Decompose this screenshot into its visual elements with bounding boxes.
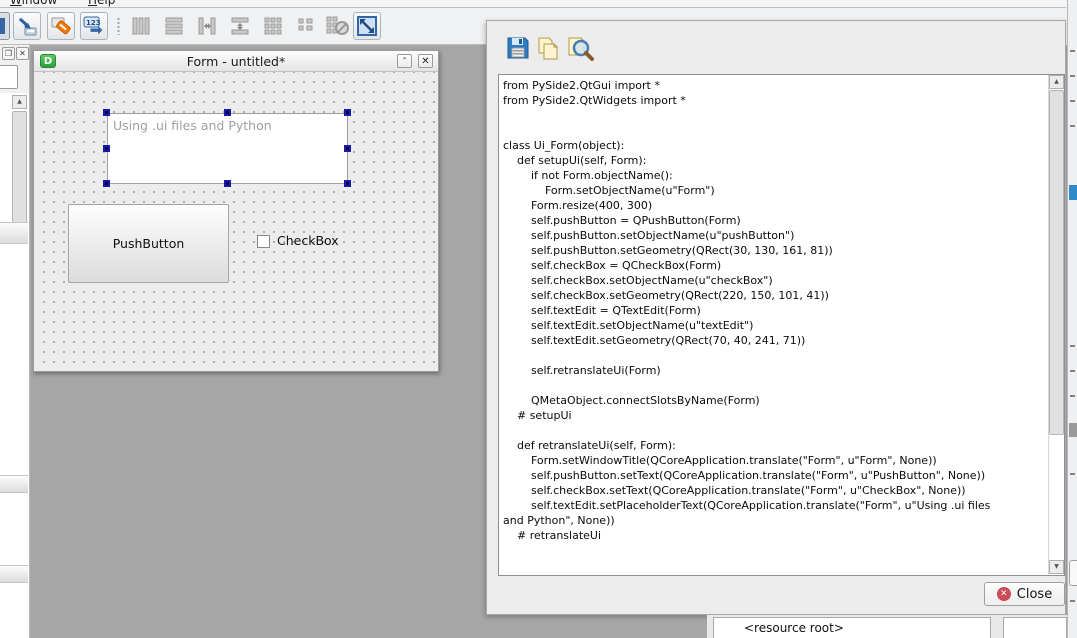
toolbar-separator [117, 17, 120, 35]
tool-bar: 123 [0, 8, 486, 45]
copy-icon[interactable] [535, 36, 561, 62]
selection-handle-sw[interactable] [103, 180, 110, 187]
checkbox-label: CheckBox [277, 233, 339, 248]
edit-tab-order-button[interactable]: 123 [80, 12, 108, 40]
menu-help[interactable]: Help [88, 0, 115, 7]
widget-category-row[interactable] [0, 475, 28, 493]
find-icon[interactable] [565, 36, 595, 62]
svg-text:123: 123 [86, 19, 101, 27]
menu-window[interactable]: Window [10, 0, 57, 7]
form-editor-window: D Form - untitled* - ✕ Using .ui files a… [33, 50, 439, 372]
generated-code-text[interactable]: from PySide2.QtGui import * from PySide2… [503, 78, 1050, 572]
lay-out-in-grid-icon [262, 15, 284, 37]
code-preview-dialog: from PySide2.QtGui import * from PySide2… [486, 20, 1066, 615]
selection-handle-s[interactable] [224, 180, 231, 187]
widget-category-row[interactable] [0, 565, 28, 583]
tree-branch-mark [1070, 370, 1075, 372]
lay-out-horizontally-in-splitter-icon [196, 15, 218, 37]
form-window-titlebar[interactable]: D Form - untitled* - ✕ [34, 51, 438, 72]
float-icon: ❐ [5, 49, 12, 58]
form-window-title: Form - untitled* [34, 54, 438, 69]
edit-widgets-icon [0, 15, 7, 37]
tree-branch-mark [1070, 75, 1075, 77]
checkbox-indicator[interactable] [257, 235, 270, 248]
minimize-icon: - [403, 53, 407, 64]
widget-box-list[interactable]: ▲ [0, 93, 29, 638]
adjust-size-button[interactable] [353, 12, 381, 40]
arrow-up-icon: ▲ [17, 98, 22, 105]
close-dialog-button[interactable]: ✕ Close [984, 582, 1065, 606]
tree-branch-mark [1070, 395, 1075, 397]
edit-buddies-icon [49, 14, 73, 38]
scroll-up-button[interactable]: ▲ [1049, 75, 1064, 89]
scroll-down-button[interactable]: ▼ [1049, 560, 1064, 574]
pushbutton-widget[interactable]: PushButton [68, 204, 229, 283]
arrow-down-icon: ▼ [1054, 563, 1059, 570]
close-button-label: Close [1017, 587, 1052, 602]
tree-branch-mark [1070, 100, 1075, 102]
close-circle-icon: ✕ [997, 587, 1011, 601]
selection-handle-w[interactable] [103, 145, 110, 152]
layout-splitter-horizontal-button [193, 12, 221, 40]
tree-branch-mark [1070, 600, 1075, 602]
tree-branch-mark [1070, 125, 1075, 127]
scrollbar-thumb[interactable] [12, 111, 27, 231]
button-edge[interactable] [1069, 560, 1077, 586]
close-window-button[interactable]: ✕ [418, 54, 433, 68]
property-editor-sliver [1067, 0, 1077, 638]
scrollbar-thumb[interactable] [1049, 90, 1064, 435]
selection-handle-ne[interactable] [344, 109, 351, 116]
layout-grid-button [259, 12, 287, 40]
adjust-size-icon [356, 15, 378, 37]
close-icon: ✕ [421, 56, 429, 67]
dock-close-button[interactable]: ✕ [16, 47, 29, 60]
selection-handle-nw[interactable] [103, 109, 110, 116]
lay-out-horizontally-icon [130, 15, 152, 37]
lay-out-vertically-icon [163, 15, 185, 37]
dock-float-button[interactable]: ❐ [2, 47, 15, 60]
widget-box-dock: ❐ ✕ ▲ [0, 45, 30, 638]
selection-handle-n[interactable] [224, 109, 231, 116]
layout-form-button [292, 12, 320, 40]
save-icon[interactable] [506, 36, 530, 60]
lay-out-vertically-in-splitter-icon [229, 15, 251, 37]
close-icon: ✕ [19, 49, 26, 58]
lay-out-in-form-layout-icon [295, 15, 317, 37]
minimize-button[interactable]: - [397, 54, 412, 68]
tree-branch-mark [1070, 345, 1075, 347]
layout-splitter-vertical-button [226, 12, 254, 40]
edit-signals-slots-icon [16, 15, 38, 37]
selected-row-edge[interactable] [1069, 185, 1077, 200]
qt-designer-window: Window Help [0, 0, 1077, 638]
code-scrollbar[interactable]: ▲ ▼ [1048, 75, 1064, 575]
textedit-placeholder: Using .ui files and Python [113, 118, 272, 133]
menu-bar: Window Help [0, 0, 1066, 8]
resource-browser-strip: <resource root> [707, 615, 1077, 638]
pushbutton-label: PushButton [113, 236, 185, 251]
textedit-widget[interactable]: Using .ui files and Python [107, 113, 348, 184]
resource-files-panel[interactable] [1003, 617, 1067, 638]
resource-root-item[interactable]: <resource root> [714, 618, 990, 635]
tree-branch-mark [1070, 473, 1075, 475]
widget-category-row[interactable] [0, 222, 28, 244]
code-view[interactable]: from PySide2.QtGui import * from PySide2… [498, 74, 1065, 576]
edit-widgets-button[interactable] [0, 12, 10, 40]
widget-filter-input[interactable] [0, 65, 18, 89]
form-canvas[interactable]: Using .ui files and Python PushButton Ch… [35, 72, 437, 371]
group-row-edge [1069, 423, 1077, 437]
edit-buddies-button[interactable] [47, 12, 75, 40]
break-layout-button [324, 12, 352, 40]
selection-handle-e[interactable] [344, 145, 351, 152]
break-layout-icon [325, 14, 351, 38]
layout-horizontal-button [127, 12, 155, 40]
scroll-up-button[interactable]: ▲ [12, 95, 27, 109]
edit-signals-slots-button[interactable] [13, 12, 41, 40]
arrow-up-icon: ▲ [1054, 78, 1059, 85]
selection-handle-se[interactable] [344, 180, 351, 187]
layout-vertical-button [160, 12, 188, 40]
edit-tab-order-icon: 123 [82, 14, 106, 38]
resource-tree-panel[interactable]: <resource root> [713, 617, 991, 638]
tree-branch-mark [1070, 50, 1075, 52]
